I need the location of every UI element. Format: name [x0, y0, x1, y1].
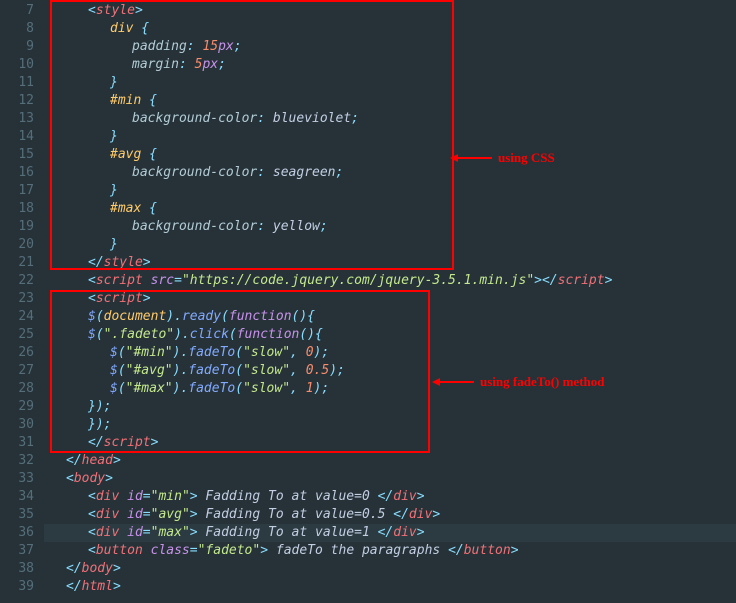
- code-line: <script src="https://code.jquery.com/jqu…: [44, 272, 736, 290]
- code-line: <script>: [44, 290, 736, 308]
- line-number: 38: [6, 560, 34, 578]
- code-line: <div id="min"> Fadding To at value=0 </d…: [44, 488, 736, 506]
- line-number: 28: [6, 380, 34, 398]
- code-line: background-color: blueviolet;: [44, 110, 736, 128]
- line-number: 21: [6, 254, 34, 272]
- code-line: $(document).ready(function(){: [44, 308, 736, 326]
- code-line: }: [44, 236, 736, 254]
- line-number: 9: [6, 38, 34, 56]
- code-line: <body>: [44, 470, 736, 488]
- code-line: margin: 5px;: [44, 56, 736, 74]
- line-number: 11: [6, 74, 34, 92]
- line-number: 27: [6, 362, 34, 380]
- line-number: 23: [6, 290, 34, 308]
- code-line: });: [44, 416, 736, 434]
- code-line: </script>: [44, 434, 736, 452]
- line-number: 31: [6, 434, 34, 452]
- line-number: 22: [6, 272, 34, 290]
- code-line: #avg {: [44, 146, 736, 164]
- code-line: }: [44, 182, 736, 200]
- line-number: 26: [6, 344, 34, 362]
- line-number: 35: [6, 506, 34, 524]
- line-number: 12: [6, 92, 34, 110]
- line-number: 14: [6, 128, 34, 146]
- code-line: $("#min").fadeTo("slow", 0);: [44, 344, 736, 362]
- line-number: 16: [6, 164, 34, 182]
- line-number: 33: [6, 470, 34, 488]
- code-line: #max {: [44, 200, 736, 218]
- code-line: $(".fadeto").click(function(){: [44, 326, 736, 344]
- line-number: 7: [6, 2, 34, 20]
- line-number: 20: [6, 236, 34, 254]
- line-number: 29: [6, 398, 34, 416]
- line-number: 15: [6, 146, 34, 164]
- code-editor: 7891011121314151617181920212223242526272…: [0, 0, 736, 603]
- code-line: padding: 15px;: [44, 38, 736, 56]
- code-line: div {: [44, 20, 736, 38]
- line-number: 18: [6, 200, 34, 218]
- code-line: <style>: [44, 2, 736, 20]
- line-number: 36: [6, 524, 34, 542]
- line-number: 37: [6, 542, 34, 560]
- code-line: <div id="avg"> Fadding To at value=0.5 <…: [44, 506, 736, 524]
- code-line: </html>: [44, 578, 736, 596]
- code-line: $("#avg").fadeTo("slow", 0.5);: [44, 362, 736, 380]
- line-number: 17: [6, 182, 34, 200]
- code-line: background-color: seagreen;: [44, 164, 736, 182]
- code-line: }: [44, 74, 736, 92]
- line-number: 34: [6, 488, 34, 506]
- code-line: </style>: [44, 254, 736, 272]
- line-number: 39: [6, 578, 34, 596]
- line-number: 19: [6, 218, 34, 236]
- code-line: background-color: yellow;: [44, 218, 736, 236]
- code-line: }: [44, 128, 736, 146]
- line-number: 10: [6, 56, 34, 74]
- code-line: #min {: [44, 92, 736, 110]
- line-number: 24: [6, 308, 34, 326]
- line-number: 13: [6, 110, 34, 128]
- code-line: </body>: [44, 560, 736, 578]
- code-line: $("#max").fadeTo("slow", 1);: [44, 380, 736, 398]
- code-line: <button class="fadeto"> fadeTo the parag…: [44, 542, 736, 560]
- line-number-gutter: 7891011121314151617181920212223242526272…: [0, 0, 44, 603]
- line-number: 32: [6, 452, 34, 470]
- line-number: 25: [6, 326, 34, 344]
- line-number: 30: [6, 416, 34, 434]
- code-line-active: <div id="max"> Fadding To at value=1 </d…: [44, 524, 736, 542]
- code-line: });: [44, 398, 736, 416]
- line-number: 8: [6, 20, 34, 38]
- code-content-area[interactable]: <style> div { padding: 15px; margin: 5px…: [44, 0, 736, 603]
- code-line: </head>: [44, 452, 736, 470]
